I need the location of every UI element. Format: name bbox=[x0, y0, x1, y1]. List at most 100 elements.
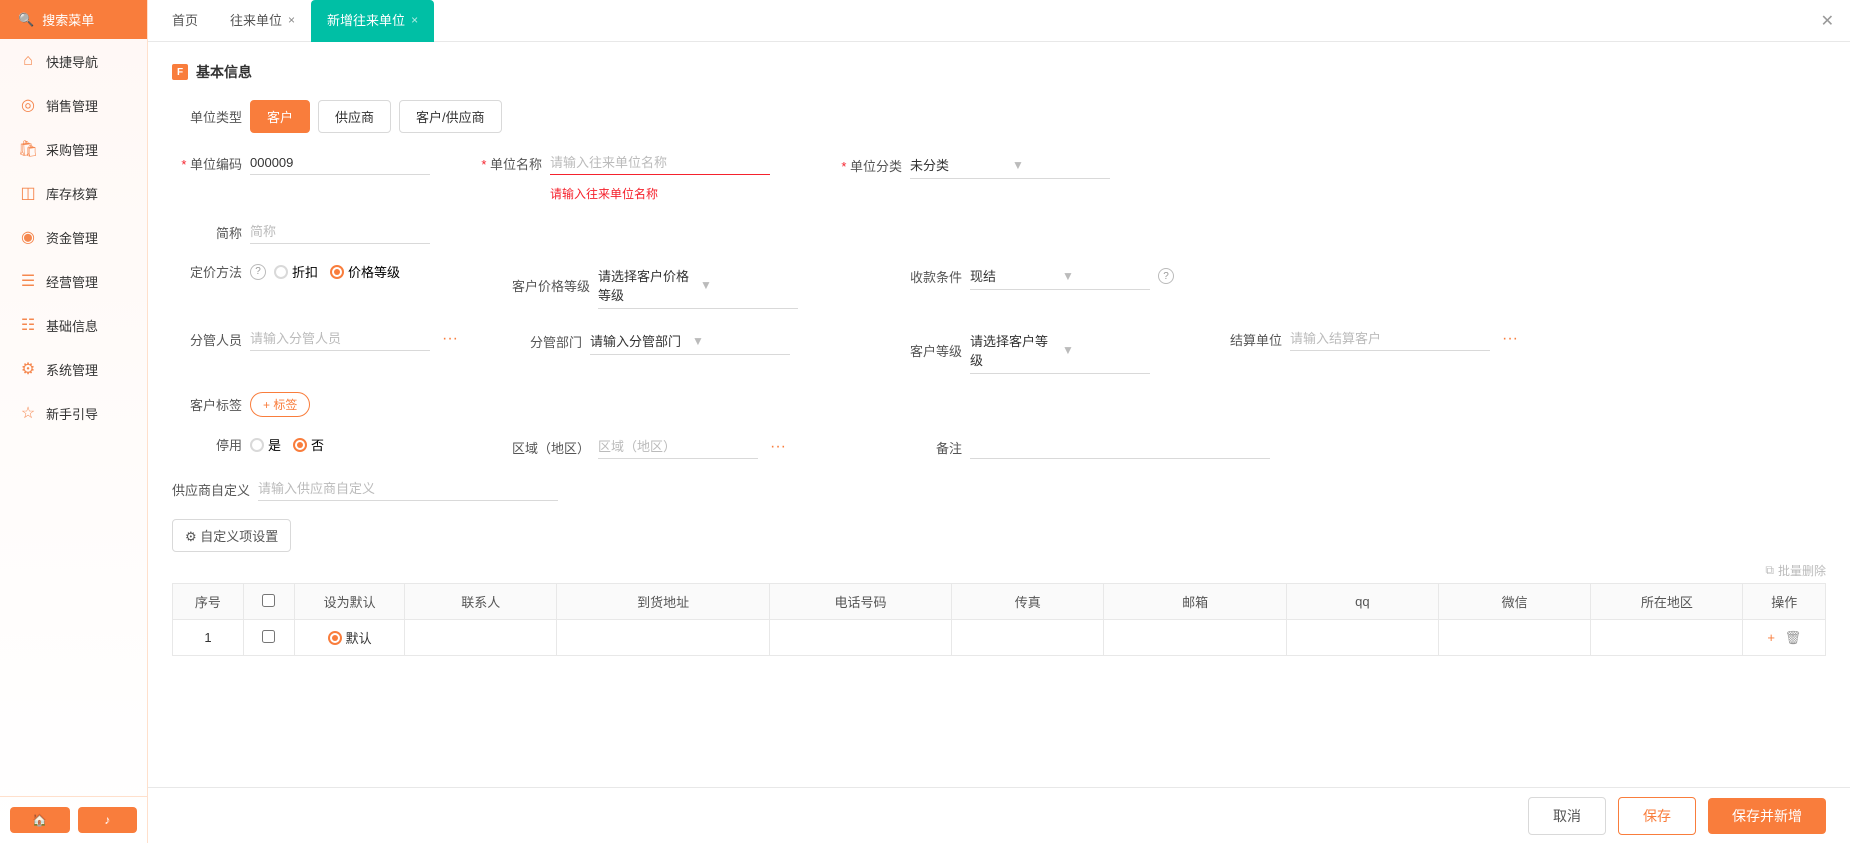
pricing-level-radio[interactable]: 价格等级 bbox=[330, 262, 400, 281]
row-phone-input[interactable] bbox=[811, 630, 911, 645]
window-close-btn[interactable]: ✕ bbox=[1813, 7, 1842, 35]
region-input[interactable] bbox=[598, 435, 758, 459]
row-wechat[interactable] bbox=[1439, 620, 1591, 656]
sidebar-item-quick-nav[interactable]: ⌂ 快捷导航 bbox=[0, 39, 147, 83]
tab-new-contact[interactable]: 新增往来单位 × bbox=[311, 0, 434, 42]
settlement-more-btn[interactable]: ··· bbox=[1498, 330, 1522, 348]
row-address-input[interactable] bbox=[603, 630, 723, 645]
supplier-custom-input[interactable] bbox=[258, 477, 558, 501]
row-email[interactable] bbox=[1104, 620, 1286, 656]
bottom-bar: 取消 保存 保存并新增 bbox=[148, 787, 1850, 843]
sidebar-footer: 🏠 ♪ bbox=[0, 796, 147, 843]
tab-contacts-close[interactable]: × bbox=[288, 13, 295, 27]
col-region: 所在地区 bbox=[1591, 584, 1743, 620]
sidebar-search[interactable]: 🔍 搜索菜单 bbox=[0, 0, 147, 39]
abbr-row: 简称 bbox=[172, 220, 1826, 244]
abbr-label: 简称 bbox=[172, 223, 242, 242]
department-chevron: ▼ bbox=[692, 334, 790, 348]
row-delete-btn[interactable]: 🗑 bbox=[1785, 630, 1802, 645]
region-more-btn[interactable]: ··· bbox=[766, 438, 790, 456]
payment-terms-group: 收款条件 现结 ▼ ? bbox=[892, 262, 1826, 290]
sidebar-footer-btn1[interactable]: 🏠 bbox=[10, 807, 70, 833]
payment-terms-select[interactable]: 现结 ▼ bbox=[970, 262, 1150, 290]
batch-delete-label[interactable]: 批量删除 bbox=[1778, 562, 1826, 579]
customer-price-level-chevron: ▼ bbox=[700, 278, 798, 292]
sidebar-item-label: 系统管理 bbox=[46, 360, 98, 379]
sidebar-item-label: 基础信息 bbox=[46, 316, 98, 335]
sidebar-item-finance[interactable]: ◉ 资金管理 bbox=[0, 215, 147, 259]
row-index: 1 bbox=[173, 620, 244, 656]
customer-price-level-label: 客户价格等级 bbox=[512, 276, 590, 295]
row-qq-input[interactable] bbox=[1322, 630, 1402, 645]
customer-level-select[interactable]: 请选择客户等级 ▼ bbox=[970, 327, 1150, 374]
row-wechat-input[interactable] bbox=[1475, 630, 1555, 645]
sidebar-item-label: 快捷导航 bbox=[46, 52, 98, 71]
row-qq[interactable] bbox=[1286, 620, 1438, 656]
row-email-input[interactable] bbox=[1145, 630, 1245, 645]
col-address: 到货地址 bbox=[557, 584, 770, 620]
sidebar-item-inventory[interactable]: ◫ 库存核算 bbox=[0, 171, 147, 215]
save-new-button[interactable]: 保存并新增 bbox=[1708, 798, 1826, 834]
unit-category-select[interactable]: 未分类 ▼ bbox=[910, 151, 1110, 179]
settlement-unit-input[interactable] bbox=[1290, 327, 1490, 351]
custom-settings-btn[interactable]: ⚙ 自定义项设置 bbox=[172, 519, 291, 552]
manager-more-btn[interactable]: ··· bbox=[438, 330, 462, 348]
batch-delete-icon: ⧉ bbox=[1765, 563, 1774, 578]
customer-level-chevron: ▼ bbox=[1062, 343, 1150, 357]
sidebar-item-system[interactable]: ⚙ 系统管理 bbox=[0, 347, 147, 391]
tab-home[interactable]: 首页 bbox=[156, 0, 214, 42]
manager-label: 分管人员 bbox=[172, 330, 242, 349]
pricing-help-icon[interactable]: ? bbox=[250, 264, 266, 280]
btn-customer[interactable]: 客户 bbox=[250, 100, 310, 133]
row-checkbox bbox=[243, 620, 294, 656]
disabled-radio-group: 是 否 bbox=[250, 435, 324, 454]
disabled-yes-radio[interactable]: 是 bbox=[250, 435, 281, 454]
cancel-button[interactable]: 取消 bbox=[1528, 797, 1606, 835]
sidebar-item-label: 经营管理 bbox=[46, 272, 98, 291]
payment-help-icon[interactable]: ? bbox=[1158, 268, 1174, 284]
supplier-custom-row: 供应商自定义 bbox=[172, 477, 1826, 501]
row-select-checkbox[interactable] bbox=[262, 630, 275, 643]
row-region-input[interactable] bbox=[1627, 630, 1707, 645]
tab-contacts[interactable]: 往来单位 × bbox=[214, 0, 311, 42]
col-fax: 传真 bbox=[952, 584, 1104, 620]
sidebar-footer-btn2[interactable]: ♪ bbox=[78, 807, 138, 833]
sidebar-item-sales[interactable]: ◎ 销售管理 bbox=[0, 83, 147, 127]
department-placeholder: 请输入分管部门 bbox=[590, 331, 688, 350]
row-fax-input[interactable] bbox=[988, 630, 1068, 645]
abbr-input[interactable] bbox=[250, 220, 430, 244]
save-button[interactable]: 保存 bbox=[1618, 797, 1696, 835]
unit-type-group: 单位类型 客户 供应商 客户/供应商 bbox=[172, 100, 1826, 133]
sidebar-item-purchase[interactable]: 🛍 采购管理 bbox=[0, 127, 147, 171]
manager-input[interactable] bbox=[250, 327, 430, 351]
remark-input[interactable] bbox=[970, 435, 1270, 459]
pricing-discount-radio[interactable]: 折扣 bbox=[274, 262, 318, 281]
select-all-checkbox[interactable] bbox=[262, 594, 275, 607]
unit-category-group: 单位分类 未分类 ▼ bbox=[832, 151, 1826, 179]
btn-both[interactable]: 客户/供应商 bbox=[399, 100, 502, 133]
unit-name-input[interactable] bbox=[550, 151, 770, 175]
row-contact[interactable] bbox=[405, 620, 557, 656]
row-address[interactable] bbox=[557, 620, 770, 656]
disabled-no-radio[interactable]: 否 bbox=[293, 435, 324, 454]
department-select[interactable]: 请输入分管部门 ▼ bbox=[590, 327, 790, 355]
customer-price-level-select[interactable]: 请选择客户价格等级 ▼ bbox=[598, 262, 798, 309]
tab-new-contact-close[interactable]: × bbox=[411, 13, 418, 27]
remark-label: 备注 bbox=[892, 438, 962, 457]
sidebar-item-guide[interactable]: ☆ 新手引导 bbox=[0, 391, 147, 435]
add-tag-btn[interactable]: + 标签 bbox=[250, 392, 310, 417]
pricing-method-label: 定价方法 bbox=[172, 262, 242, 281]
row-add-btn[interactable]: + bbox=[1767, 630, 1775, 645]
btn-supplier[interactable]: 供应商 bbox=[318, 100, 391, 133]
row-fax[interactable] bbox=[952, 620, 1104, 656]
row-phone[interactable] bbox=[769, 620, 951, 656]
row-default-radio[interactable]: 默认 bbox=[305, 628, 394, 647]
section-title-basic: F 基本信息 bbox=[172, 62, 1826, 82]
unit-code-input[interactable] bbox=[250, 151, 430, 175]
sidebar-item-operations[interactable]: ☰ 经营管理 bbox=[0, 259, 147, 303]
disabled-no-circle bbox=[293, 438, 307, 452]
disabled-no-label: 否 bbox=[311, 435, 324, 454]
row-region[interactable] bbox=[1591, 620, 1743, 656]
row-contact-input[interactable] bbox=[441, 630, 521, 645]
sidebar-item-basic-info[interactable]: ☷ 基础信息 bbox=[0, 303, 147, 347]
